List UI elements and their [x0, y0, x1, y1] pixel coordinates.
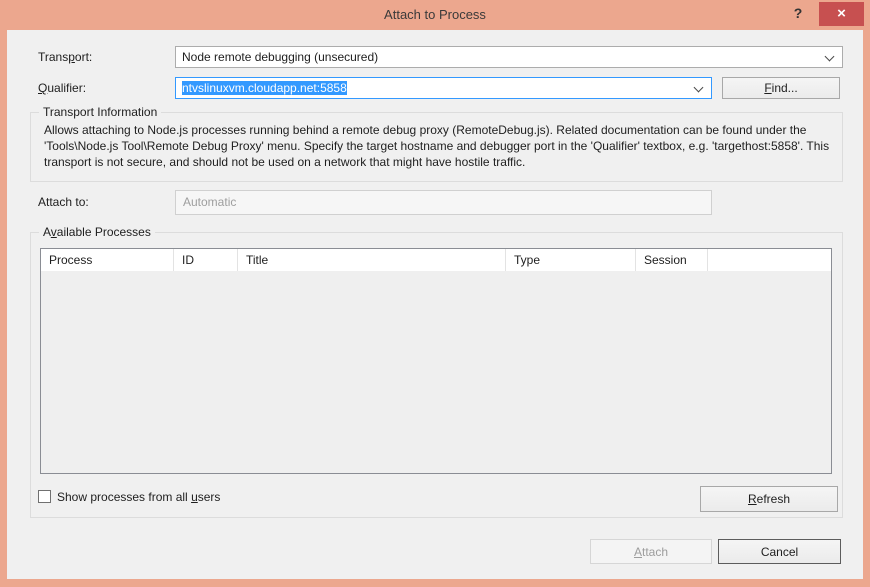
column-header-empty	[708, 249, 831, 271]
refresh-button[interactable]: Refresh	[700, 486, 838, 512]
transport-label: Transport:	[38, 50, 93, 64]
transport-info-groupbox: Transport Information Allows attaching t…	[30, 105, 843, 182]
qualifier-label: Qualifier:	[38, 81, 87, 95]
column-header-process[interactable]: Process	[41, 249, 174, 271]
transport-info-text: Allows attaching to Node.js processes ru…	[44, 123, 830, 169]
transport-dropdown[interactable]: Node remote debugging (unsecured)	[175, 46, 843, 68]
process-list-header: Process ID Title Type Session	[41, 249, 831, 271]
column-header-id[interactable]: ID	[174, 249, 238, 271]
close-button[interactable]: ×	[819, 2, 864, 26]
attach-to-label: Attach to:	[38, 195, 89, 209]
transport-selected-value: Node remote debugging (unsecured)	[182, 50, 379, 64]
chevron-down-icon	[824, 51, 835, 62]
column-header-type[interactable]: Type	[506, 249, 636, 271]
help-button[interactable]: ?	[789, 5, 807, 23]
titlebar[interactable]: Attach to Process ? ×	[0, 0, 870, 30]
attach-button[interactable]: Attach	[590, 539, 712, 564]
qualifier-selected-text[interactable]: ntvslinuxvm.cloudapp.net:5858	[182, 81, 347, 95]
show-all-users-checkbox[interactable]	[38, 490, 51, 503]
column-header-session[interactable]: Session	[636, 249, 708, 271]
attach-to-process-dialog: Attach to Process ? × Transport: Node re…	[0, 0, 870, 587]
attach-to-field: Automatic	[175, 190, 712, 215]
transport-info-title: Transport Information	[39, 105, 162, 119]
attach-to-value: Automatic	[183, 195, 237, 209]
available-processes-title: Available Processes	[39, 225, 155, 239]
process-list[interactable]: Process ID Title Type Session	[40, 248, 832, 474]
find-button[interactable]: Find...	[722, 77, 840, 99]
window-title: Attach to Process	[384, 7, 486, 22]
cancel-button[interactable]: Cancel	[718, 539, 841, 564]
close-icon: ×	[837, 5, 846, 22]
show-all-users-label[interactable]: Show processes from all users	[57, 490, 220, 504]
column-header-title[interactable]: Title	[238, 249, 506, 271]
dialog-body: Transport: Node remote debugging (unsecu…	[7, 30, 863, 579]
qualifier-combobox[interactable]: ntvslinuxvm.cloudapp.net:5858	[175, 77, 712, 99]
chevron-down-icon[interactable]	[693, 82, 704, 93]
